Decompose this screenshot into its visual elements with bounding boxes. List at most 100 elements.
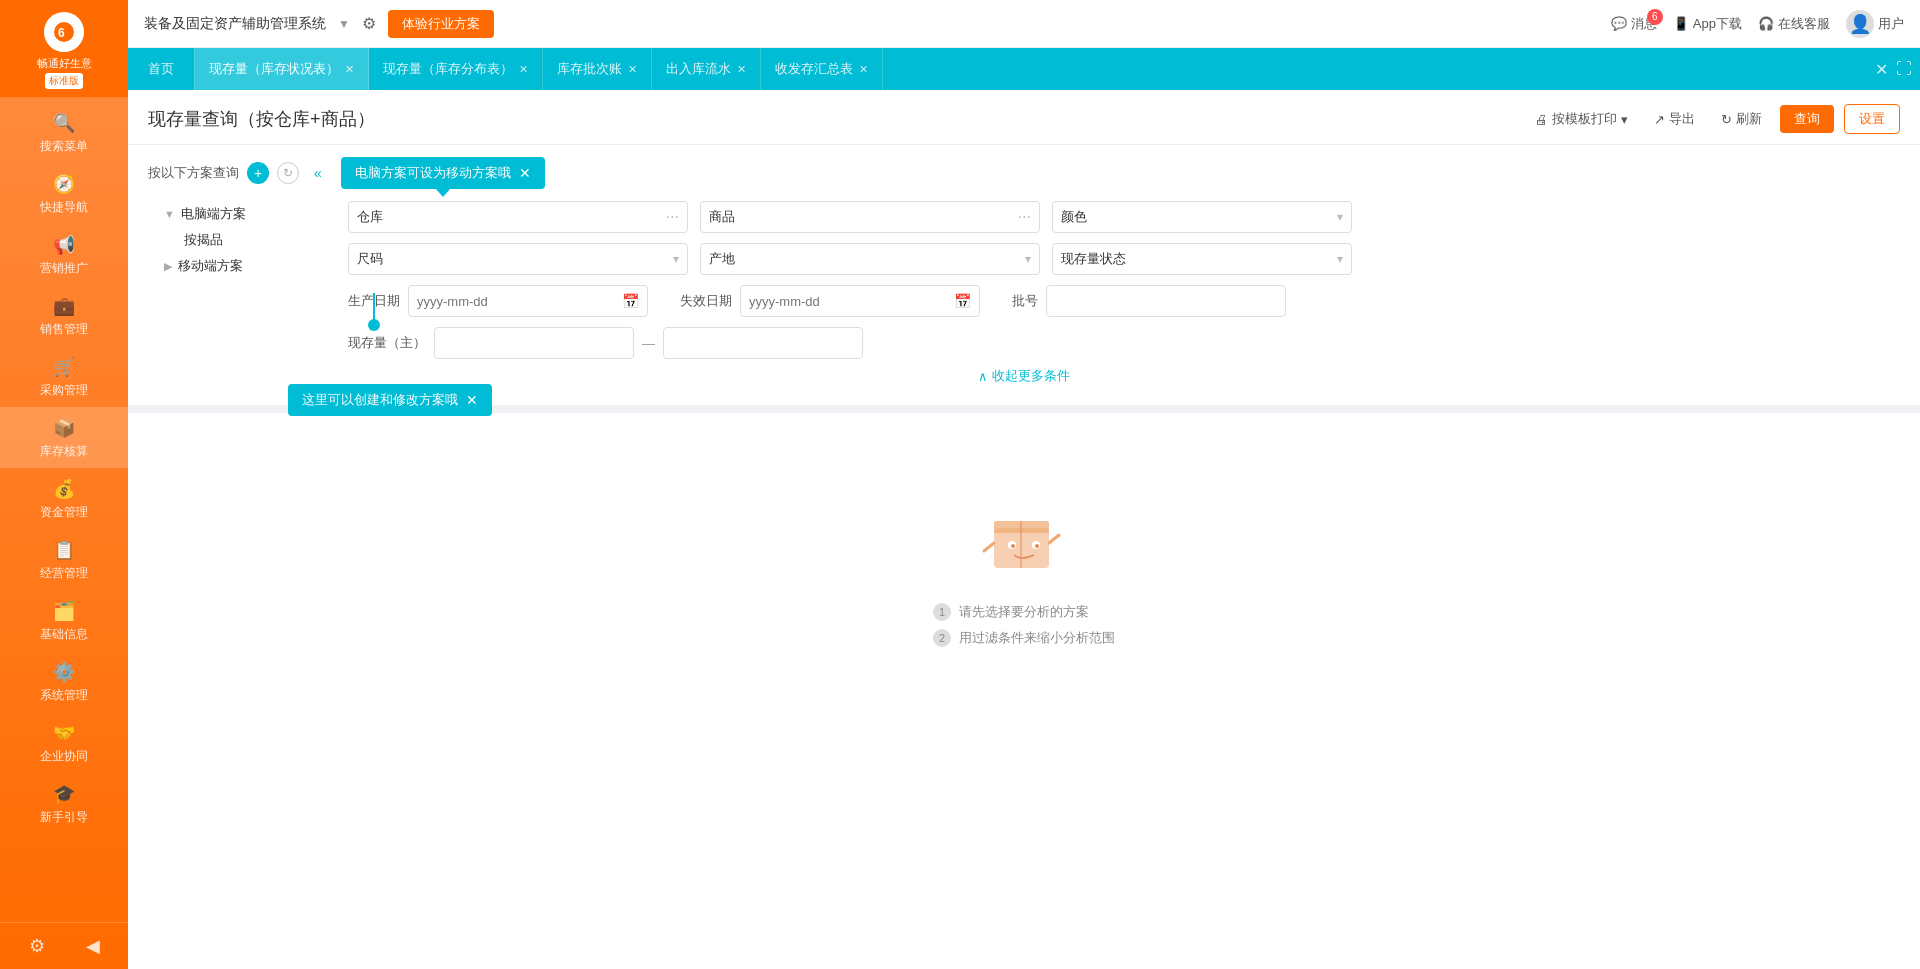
sidebar-item-label: 销售管理 xyxy=(40,321,88,338)
finance-icon: 💰 xyxy=(53,478,75,500)
sidebar-logo: 6 畅通好生意 标准版 xyxy=(0,0,128,98)
production-date-field[interactable]: 📅 xyxy=(408,285,648,317)
tab-home[interactable]: 首页 xyxy=(128,48,195,90)
query-btn[interactable]: 查询 xyxy=(1780,105,1834,133)
tab-batch[interactable]: 库存批次账 ✕ xyxy=(543,48,652,90)
set-btn[interactable]: 设置 xyxy=(1844,104,1900,134)
app-download-btn[interactable]: 📱 App下载 xyxy=(1673,15,1742,33)
sidebar-item-collab[interactable]: 🤝 企业协同 xyxy=(0,712,128,773)
expiry-date-calendar-icon[interactable]: 📅 xyxy=(954,293,971,309)
batch-input[interactable] xyxy=(1055,294,1277,309)
origin-label: 产地 xyxy=(709,250,1025,268)
sidebar-item-sales[interactable]: 💼 销售管理 xyxy=(0,285,128,346)
scheme-desktop-item[interactable]: ▼ 电脑端方案 xyxy=(164,201,328,227)
color-field[interactable]: 颜色 ▾ xyxy=(1052,201,1352,233)
scheme-mobile-item[interactable]: ▶ 移动端方案 xyxy=(164,253,328,279)
print-btn[interactable]: 🖨 按模板打印 ▾ xyxy=(1527,106,1636,132)
tab-inventory-dist[interactable]: 现存量（库存分布表） ✕ xyxy=(369,48,543,90)
expiry-date-group: 失效日期 📅 xyxy=(680,285,980,317)
tab-close-inventory-status[interactable]: ✕ xyxy=(345,63,354,76)
tooltip1-close-btn[interactable]: ✕ xyxy=(519,165,531,181)
user-profile-btn[interactable]: 👤 用户 xyxy=(1846,10,1904,38)
inventory-status-field[interactable]: 现存量状态 ▾ xyxy=(1052,243,1352,275)
export-btn[interactable]: ↗ 导出 xyxy=(1646,106,1703,132)
tab-close-inventory-dist[interactable]: ✕ xyxy=(519,63,528,76)
tooltip1-wrapper: 电脑方案可设为移动方案哦 ✕ xyxy=(341,157,545,189)
svg-point-7 xyxy=(1011,544,1015,548)
filter-refresh-btn[interactable]: ↻ xyxy=(277,162,299,184)
production-date-input[interactable] xyxy=(417,294,616,309)
sidebar-item-marketing[interactable]: 📢 营销推广 xyxy=(0,224,128,285)
tab-inventory-status[interactable]: 现存量（库存状况表） ✕ xyxy=(195,48,369,90)
expiry-date-field[interactable]: 📅 xyxy=(740,285,980,317)
export-label: 导出 xyxy=(1669,110,1695,128)
sidebar-item-newbie[interactable]: 🎓 新手引导 xyxy=(0,773,128,834)
sidebar: 6 畅通好生意 标准版 🔍 搜索菜单 🧭 快捷导航 📢 营销推广 💼 销售管理 … xyxy=(0,0,128,969)
tab-close-summary[interactable]: ✕ xyxy=(859,63,868,76)
online-support-btn[interactable]: 🎧 在线客服 xyxy=(1758,15,1830,33)
expiry-date-input[interactable] xyxy=(749,294,948,309)
tab-close-flow[interactable]: ✕ xyxy=(737,63,746,76)
production-date-calendar-icon[interactable]: 📅 xyxy=(622,293,639,309)
page-actions: 🖨 按模板打印 ▾ ↗ 导出 ↻ 刷新 查询 设置 xyxy=(1527,104,1900,134)
inventory-status-dropdown[interactable]: ▾ xyxy=(1337,252,1343,266)
settings-bottom-btn[interactable]: ⚙ xyxy=(29,935,45,957)
size-field[interactable]: 尺码 ▾ xyxy=(348,243,688,275)
empty-step-2: 2 用过滤条件来缩小分析范围 xyxy=(933,629,1115,647)
scheme-tree: ▼ 电脑端方案 按揭品 ▶ 移动端方案 xyxy=(148,201,328,359)
tab-fullscreen-btn[interactable]: ⛶ xyxy=(1896,60,1912,78)
filter-row-2: 尺码 ▾ 产地 ▾ 现存量状态 ▾ xyxy=(348,243,1880,275)
collapse-sidebar-btn[interactable]: ◀ xyxy=(86,935,100,957)
sidebar-item-search[interactable]: 🔍 搜索菜单 xyxy=(0,102,128,163)
marketing-icon: 📢 xyxy=(53,234,75,256)
inventory-from-field[interactable] xyxy=(434,327,634,359)
inventory-to-input[interactable] xyxy=(672,336,854,351)
production-date-group: 生产日期 📅 xyxy=(348,285,648,317)
filter-arrow-btn[interactable]: « xyxy=(307,162,329,184)
warehouse-dots[interactable]: ··· xyxy=(666,208,679,226)
tab-summary[interactable]: 收发存汇总表 ✕ xyxy=(761,48,883,90)
tab-close-batch[interactable]: ✕ xyxy=(628,63,637,76)
notification-btn[interactable]: 💬 消息 6 xyxy=(1611,15,1657,33)
filter-add-btn[interactable]: + xyxy=(247,162,269,184)
sidebar-item-label: 采购管理 xyxy=(40,382,88,399)
tab-close-all-btn[interactable]: ✕ xyxy=(1875,60,1888,79)
inventory-from-input[interactable] xyxy=(443,336,625,351)
sidebar-item-system[interactable]: ⚙️ 系统管理 xyxy=(0,651,128,712)
newbie-icon: 🎓 xyxy=(53,783,75,805)
search-icon: 🔍 xyxy=(53,112,75,134)
empty-steps: 1 请先选择要分析的方案 2 用过滤条件来缩小分析范围 xyxy=(933,603,1115,647)
goods-dots[interactable]: ··· xyxy=(1018,208,1031,226)
sidebar-item-guide[interactable]: 🧭 快捷导航 xyxy=(0,163,128,224)
sidebar-item-basic[interactable]: 🗂️ 基础信息 xyxy=(0,590,128,651)
size-dropdown-icon[interactable]: ▾ xyxy=(673,252,679,266)
user-name: 用户 xyxy=(1878,15,1904,33)
sidebar-item-inventory[interactable]: 📦 库存核算 xyxy=(0,407,128,468)
inventory-status-label: 现存量状态 xyxy=(1061,250,1337,268)
origin-field[interactable]: 产地 ▾ xyxy=(700,243,1040,275)
goods-field[interactable]: 商品 ··· xyxy=(700,201,1040,233)
tooltip-scheme: 电脑方案可设为移动方案哦 ✕ xyxy=(341,157,545,189)
system-dropdown-icon[interactable]: ▼ xyxy=(338,17,350,31)
warehouse-field[interactable]: 仓库 ··· xyxy=(348,201,688,233)
batch-field[interactable] xyxy=(1046,285,1286,317)
sidebar-item-operation[interactable]: 📋 经营管理 xyxy=(0,529,128,590)
trial-button[interactable]: 体验行业方案 xyxy=(388,10,494,38)
svg-point-8 xyxy=(1035,544,1039,548)
origin-dropdown-icon[interactable]: ▾ xyxy=(1025,252,1031,266)
color-dropdown-icon[interactable]: ▾ xyxy=(1337,210,1343,224)
tab-flow[interactable]: 出入库流水 ✕ xyxy=(652,48,761,90)
tooltip2-close-btn[interactable]: ✕ xyxy=(466,392,478,408)
header-gear-btn[interactable]: ⚙ xyxy=(362,14,376,33)
sidebar-item-finance[interactable]: 💰 资金管理 xyxy=(0,468,128,529)
operation-icon: 📋 xyxy=(53,539,75,561)
tab-bar: 首页 现存量（库存状况表） ✕ 现存量（库存分布表） ✕ 库存批次账 ✕ 出入库… xyxy=(128,48,1920,90)
scheme-child-item[interactable]: 按揭品 xyxy=(184,227,328,253)
logo-text: 畅通好生意 xyxy=(37,56,92,71)
inventory-to-field[interactable] xyxy=(663,327,863,359)
system-icon: ⚙️ xyxy=(53,661,75,683)
page-content: 现存量查询（按仓库+商品） 🖨 按模板打印 ▾ ↗ 导出 ↻ 刷新 xyxy=(128,90,1920,969)
sidebar-item-purchase[interactable]: 🛒 采购管理 xyxy=(0,346,128,407)
basic-icon: 🗂️ xyxy=(53,600,75,622)
refresh-btn[interactable]: ↻ 刷新 xyxy=(1713,106,1770,132)
